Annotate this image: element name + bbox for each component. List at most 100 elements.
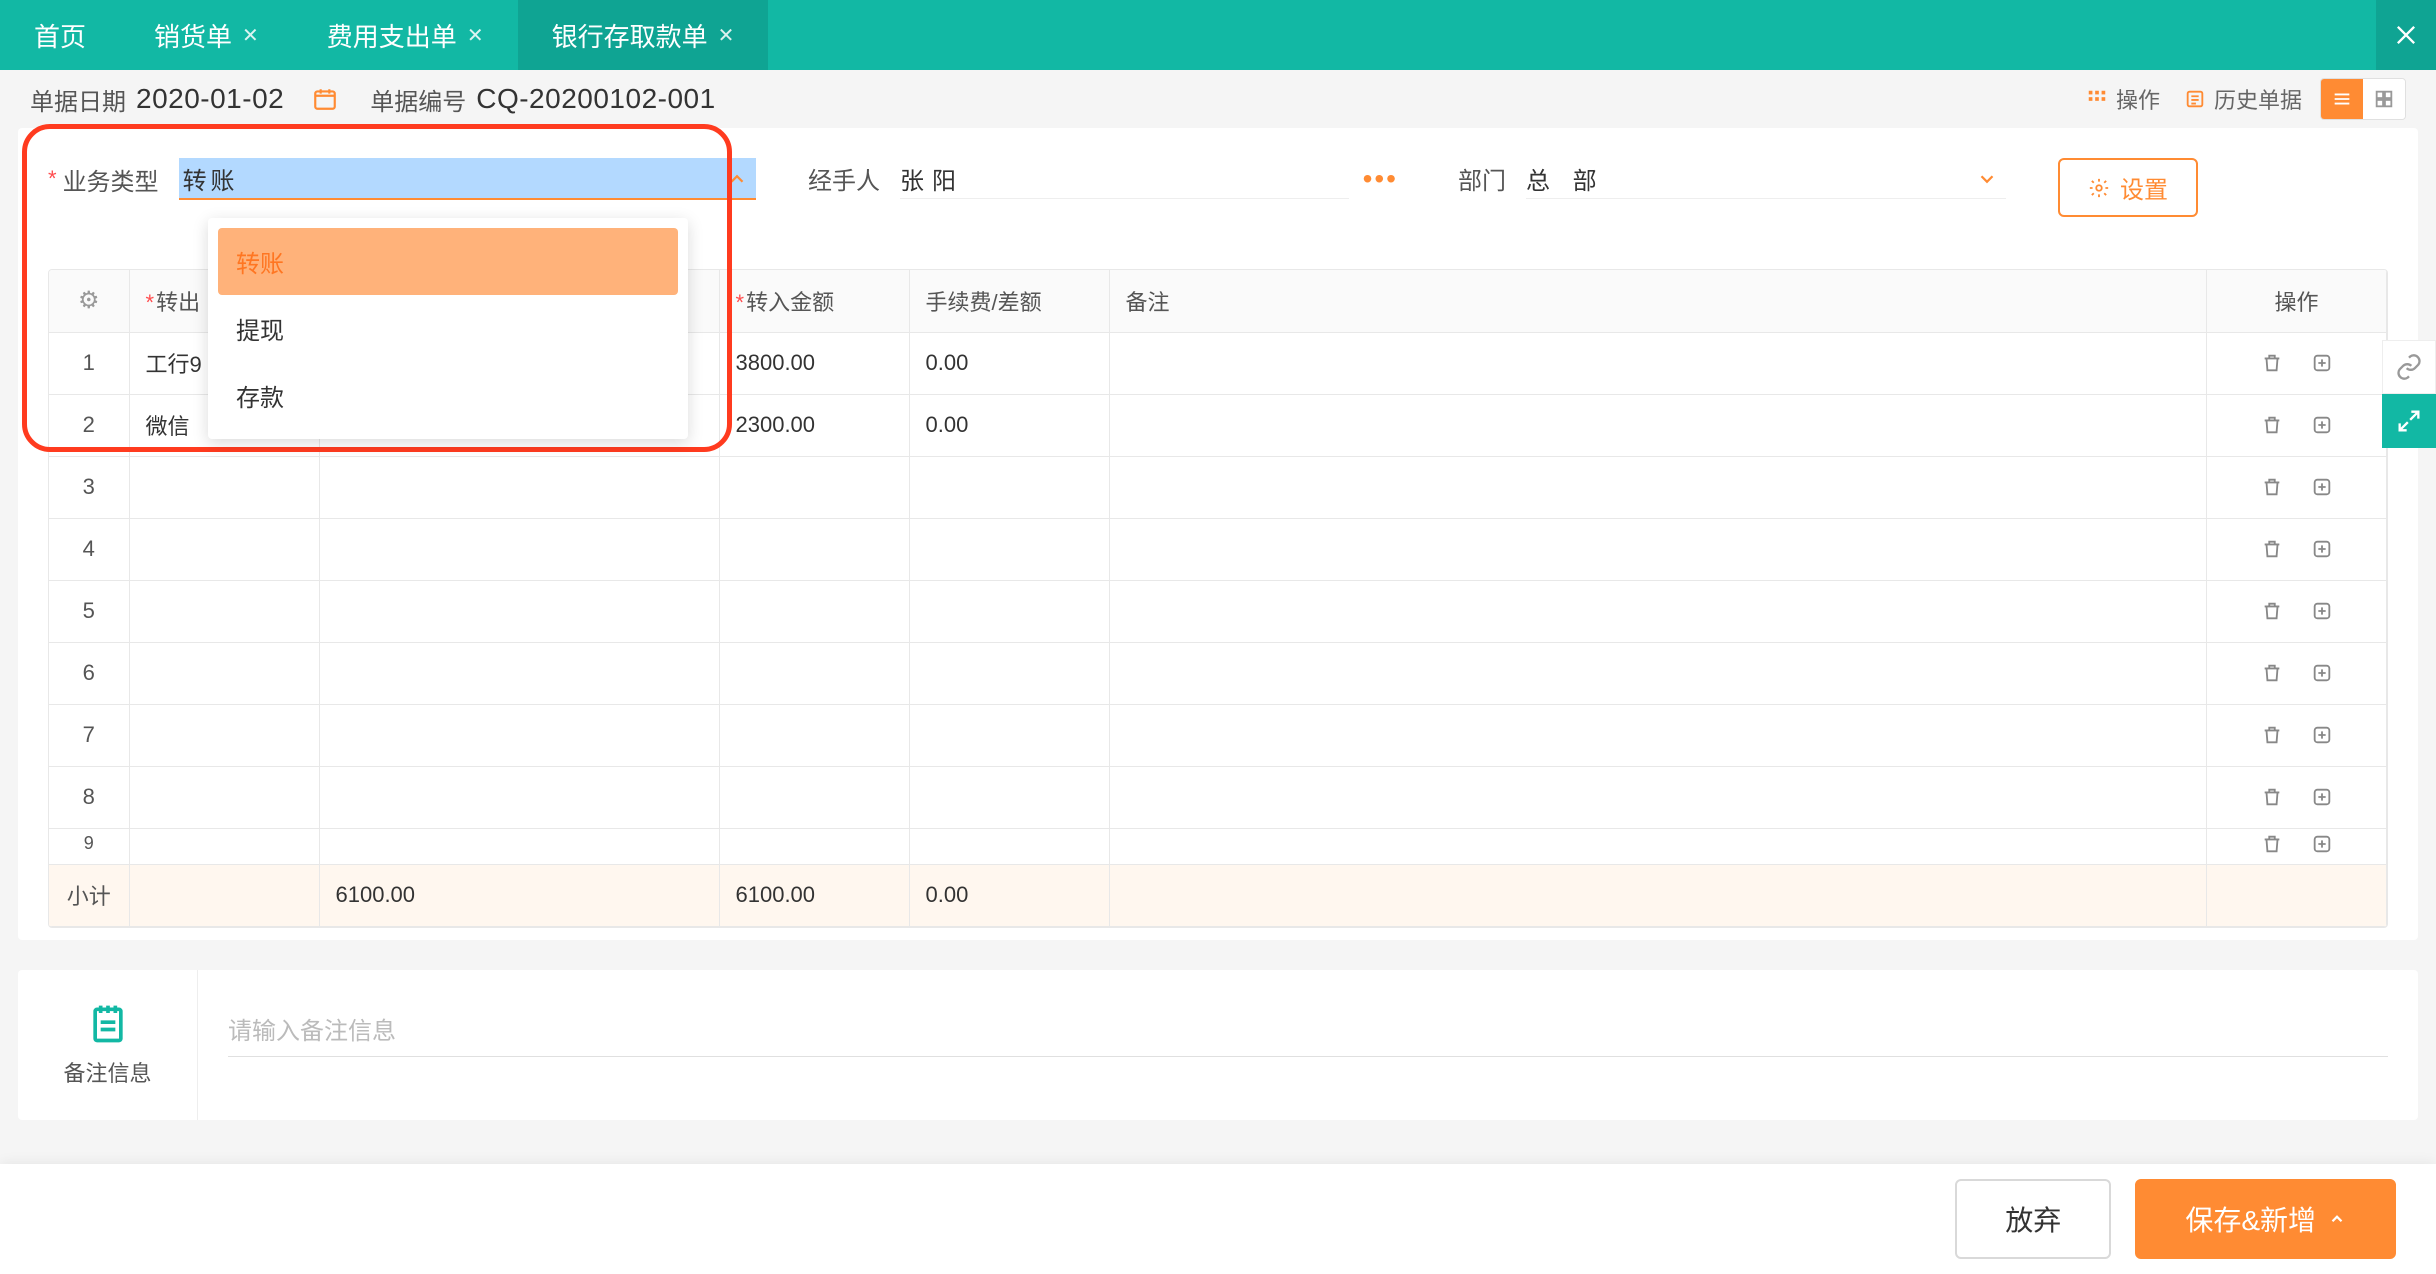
cell-note[interactable] — [1109, 704, 2207, 766]
attachment-button[interactable] — [2382, 340, 2436, 394]
table-row[interactable]: 8 — [49, 766, 2387, 828]
table-row[interactable]: 7 — [49, 704, 2387, 766]
dept-input[interactable] — [1526, 158, 2006, 199]
cell-out-account[interactable] — [129, 766, 319, 828]
add-row-button[interactable] — [2311, 833, 2333, 855]
delete-row-button[interactable] — [2261, 538, 2283, 560]
table-row[interactable]: 4 — [49, 518, 2387, 580]
cell-fee[interactable] — [909, 642, 1109, 704]
add-row-button[interactable] — [2311, 538, 2333, 560]
dropdown-option-withdraw[interactable]: 提现 — [218, 295, 678, 362]
delete-row-button[interactable] — [2261, 833, 2283, 855]
tab-home[interactable]: 首页 — [0, 0, 120, 70]
history-link[interactable]: 历史单据 — [2184, 83, 2302, 115]
business-type-field[interactable]: * 业务类型 转账 提现 存款 — [48, 158, 748, 200]
cell-in-amount[interactable] — [719, 828, 909, 864]
cell-in-amount[interactable] — [719, 518, 909, 580]
cell-note[interactable] — [1109, 642, 2207, 704]
cell-in-amount[interactable]: 2300.00 — [719, 394, 909, 456]
cell-fee[interactable] — [909, 518, 1109, 580]
expand-button[interactable] — [2382, 394, 2436, 448]
handler-label: 经手人 — [808, 161, 880, 196]
cell-out-amount[interactable] — [319, 828, 719, 864]
cell-fee[interactable] — [909, 766, 1109, 828]
add-row-button[interactable] — [2311, 414, 2333, 436]
add-row-button[interactable] — [2311, 352, 2333, 374]
cell-note[interactable] — [1109, 332, 2207, 394]
save-and-new-button[interactable]: 保存&新增 — [2135, 1179, 2396, 1259]
remark-input[interactable] — [228, 1008, 2388, 1057]
cell-fee[interactable] — [909, 456, 1109, 518]
chevron-up-icon[interactable] — [726, 168, 748, 190]
cell-note[interactable] — [1109, 580, 2207, 642]
cell-in-amount[interactable] — [719, 704, 909, 766]
cell-out-amount[interactable] — [319, 704, 719, 766]
cell-in-amount[interactable]: 3800.00 — [719, 332, 909, 394]
tab-bank-transfer[interactable]: 银行存取款单 ✕ — [518, 0, 769, 70]
cell-out-amount[interactable] — [319, 642, 719, 704]
cell-out-account[interactable] — [129, 704, 319, 766]
cell-out-account[interactable] — [129, 456, 319, 518]
cell-fee[interactable] — [909, 704, 1109, 766]
date-value[interactable]: 2020-01-02 — [136, 83, 284, 115]
cell-out-account[interactable] — [129, 580, 319, 642]
add-row-button[interactable] — [2311, 662, 2333, 684]
cell-fee[interactable]: 0.00 — [909, 394, 1109, 456]
cell-out-amount[interactable] — [319, 766, 719, 828]
table-row[interactable]: 6 — [49, 642, 2387, 704]
cell-out-account[interactable] — [129, 642, 319, 704]
delete-row-button[interactable] — [2261, 352, 2283, 374]
cell-note[interactable] — [1109, 828, 2207, 864]
handler-field[interactable]: 经手人 ••• — [808, 158, 1398, 199]
dropdown-option-transfer[interactable]: 转账 — [218, 228, 678, 295]
add-row-button[interactable] — [2311, 476, 2333, 498]
delete-row-button[interactable] — [2261, 476, 2283, 498]
table-row[interactable]: 9 — [49, 828, 2387, 864]
view-list-button[interactable] — [2321, 79, 2363, 119]
close-icon[interactable]: ✕ — [718, 23, 735, 48]
cell-in-amount[interactable] — [719, 642, 909, 704]
cell-in-amount[interactable] — [719, 456, 909, 518]
handler-input[interactable] — [900, 158, 1349, 199]
calendar-icon[interactable] — [312, 86, 338, 112]
cancel-button[interactable]: 放弃 — [1955, 1179, 2111, 1259]
cell-note[interactable] — [1109, 456, 2207, 518]
tab-sales-order[interactable]: 销货单 ✕ — [120, 0, 293, 70]
cell-out-account[interactable] — [129, 828, 319, 864]
add-row-button[interactable] — [2311, 724, 2333, 746]
cell-note[interactable] — [1109, 394, 2207, 456]
delete-row-button[interactable] — [2261, 600, 2283, 622]
biz-type-input[interactable] — [179, 158, 756, 200]
cell-fee[interactable] — [909, 580, 1109, 642]
dropdown-option-deposit[interactable]: 存款 — [218, 362, 678, 429]
cell-in-amount[interactable] — [719, 766, 909, 828]
window-close-button[interactable] — [2376, 0, 2436, 70]
table-row[interactable]: 3 — [49, 456, 2387, 518]
more-icon[interactable]: ••• — [1363, 163, 1398, 195]
cell-fee[interactable]: 0.00 — [909, 332, 1109, 394]
close-icon[interactable]: ✕ — [242, 23, 259, 48]
settings-button[interactable]: 设置 — [2058, 158, 2198, 217]
view-grid-button[interactable] — [2363, 79, 2405, 119]
tab-expense[interactable]: 费用支出单 ✕ — [293, 0, 518, 70]
cell-out-amount[interactable] — [319, 456, 719, 518]
cell-note[interactable] — [1109, 518, 2207, 580]
add-row-button[interactable] — [2311, 600, 2333, 622]
operation-menu[interactable]: 操作 — [2086, 83, 2160, 115]
delete-row-button[interactable] — [2261, 414, 2283, 436]
delete-row-button[interactable] — [2261, 786, 2283, 808]
cell-out-amount[interactable] — [319, 518, 719, 580]
chevron-down-icon[interactable] — [1976, 168, 1998, 190]
cell-out-account[interactable] — [129, 518, 319, 580]
delete-row-button[interactable] — [2261, 724, 2283, 746]
table-row[interactable]: 5 — [49, 580, 2387, 642]
department-field[interactable]: 部门 — [1458, 158, 1998, 199]
column-settings[interactable]: ⚙ — [49, 270, 129, 332]
add-row-button[interactable] — [2311, 786, 2333, 808]
close-icon[interactable]: ✕ — [467, 23, 484, 48]
cell-note[interactable] — [1109, 766, 2207, 828]
cell-fee[interactable] — [909, 828, 1109, 864]
cell-in-amount[interactable] — [719, 580, 909, 642]
cell-out-amount[interactable] — [319, 580, 719, 642]
delete-row-button[interactable] — [2261, 662, 2283, 684]
